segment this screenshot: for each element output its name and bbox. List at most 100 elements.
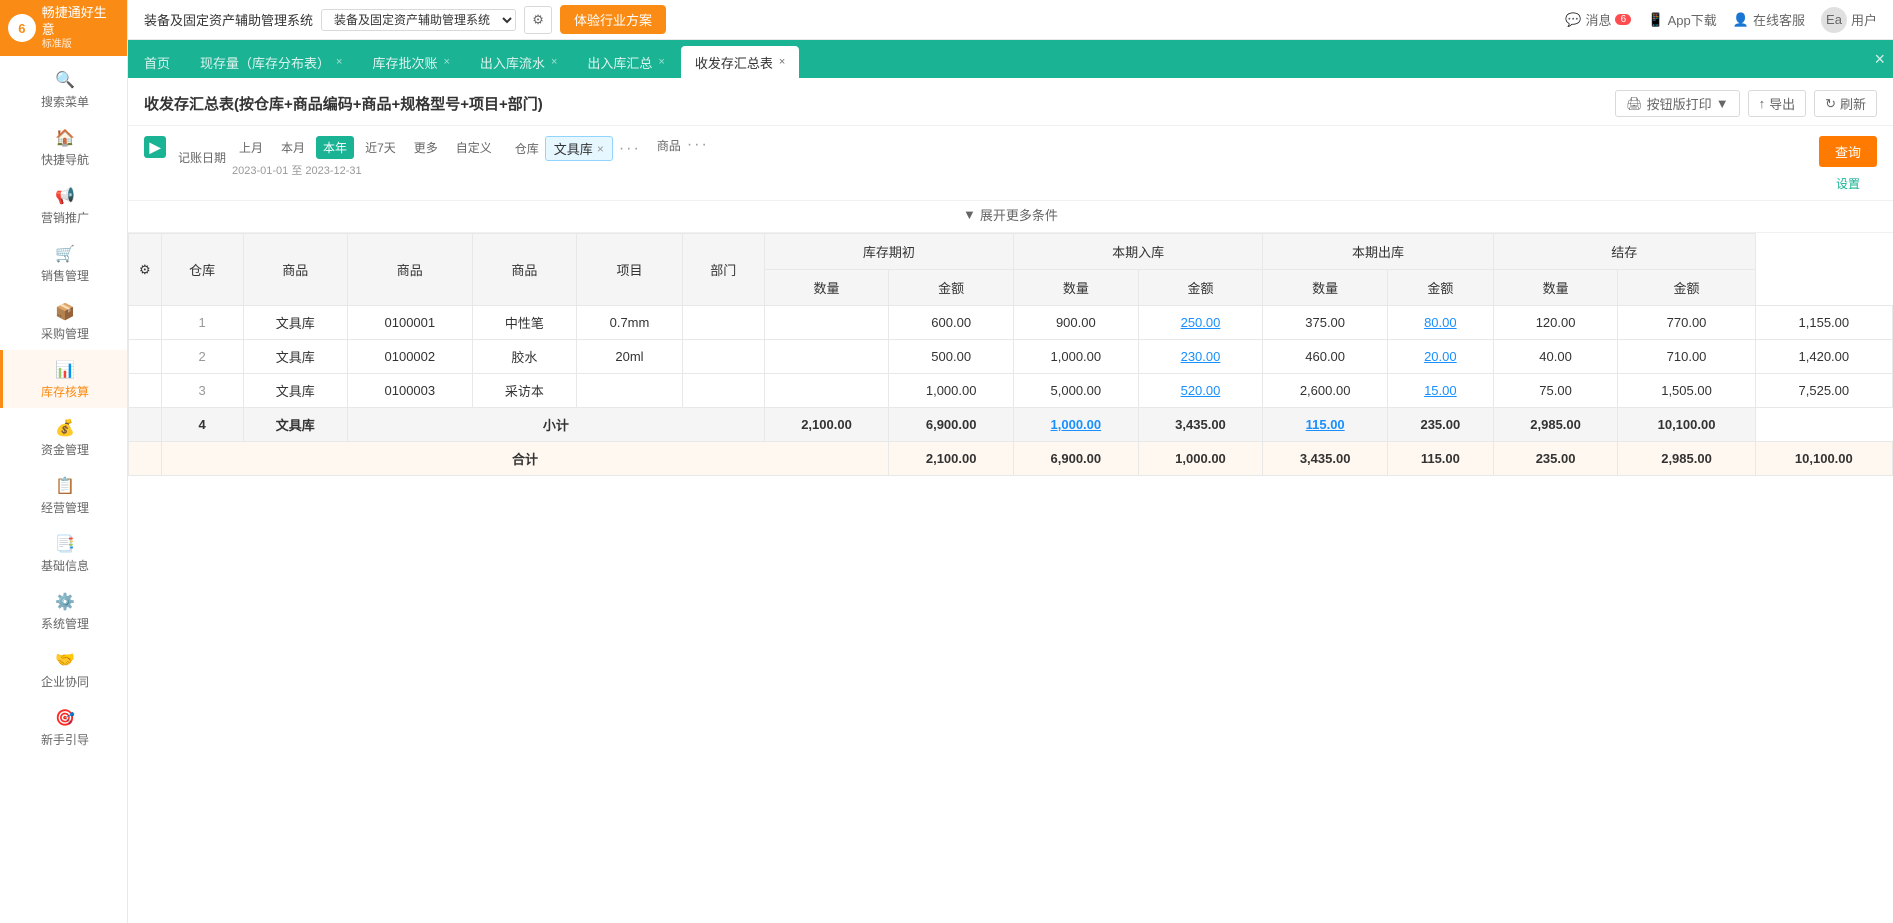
th-in-qty: 数量 — [1014, 270, 1139, 306]
date-btn-last-month[interactable]: 上月 — [232, 136, 270, 159]
row2-out-qty[interactable]: 20.00 — [1387, 340, 1493, 374]
th-out-qty: 数量 — [1263, 270, 1388, 306]
total-opening-qty: 2,100.00 — [889, 442, 1014, 476]
tab-batch[interactable]: 库存批次账 × — [358, 46, 463, 78]
print-button[interactable]: 🖨 按钮版打印 ▼ — [1615, 90, 1739, 117]
tab-close-stock-dist[interactable]: × — [336, 56, 342, 68]
tab-close-batch[interactable]: × — [443, 56, 449, 68]
date-btn-this-year[interactable]: 本年 — [316, 136, 354, 159]
user-menu[interactable]: Ea 用户 — [1821, 7, 1877, 33]
sidebar-item-search[interactable]: 🔍 搜索菜单 — [0, 60, 127, 118]
refresh-icon: ↻ — [1825, 96, 1836, 112]
expand-icon: ▼ — [963, 207, 976, 222]
subtotal-num: 4 — [161, 408, 243, 442]
row2-in-qty[interactable]: 230.00 — [1138, 340, 1263, 374]
row1-in-qty[interactable]: 250.00 — [1138, 306, 1263, 340]
sidebar: 6 畅捷通好生意 标准版 🔍 搜索菜单 🏠 快捷导航 📢 营销推广 🛒 销售管理… — [0, 0, 128, 923]
date-btn-more[interactable]: 更多 — [407, 136, 445, 159]
subtotal-balance-qty: 2,985.00 — [1493, 408, 1618, 442]
warehouse-dots[interactable]: ··· — [619, 140, 641, 158]
tab-inout-summary[interactable]: 出入库汇总 × — [573, 46, 678, 78]
subtotal-in-qty[interactable]: 1,000.00 — [1014, 408, 1139, 442]
tab-inout-flow[interactable]: 出入库流水 × — [466, 46, 571, 78]
row3-out-qty[interactable]: 15.00 — [1387, 374, 1493, 408]
th-department: 部门 — [682, 234, 764, 306]
tab-close-inout-flow[interactable]: × — [551, 56, 557, 68]
sidebar-item-basicinfo[interactable]: 📑 基础信息 — [0, 524, 127, 582]
subtotal-out-qty[interactable]: 115.00 — [1263, 408, 1388, 442]
warehouse-tag-close[interactable]: × — [597, 142, 604, 156]
goods-filter-label: 商品 — [657, 137, 681, 154]
sidebar-item-finance[interactable]: 💰 资金管理 — [0, 408, 127, 466]
subtotal-warehouse: 文具库 — [243, 408, 347, 442]
page-header-actions: 🖨 按钮版打印 ▼ ↑ 导出 ↻ 刷新 — [1615, 90, 1877, 117]
sidebar-item-operations[interactable]: 📋 经营管理 — [0, 466, 127, 524]
query-button[interactable]: 查询 — [1819, 136, 1877, 167]
row3-department — [764, 374, 889, 408]
date-btn-this-month[interactable]: 本月 — [274, 136, 312, 159]
row1-out-qty[interactable]: 80.00 — [1387, 306, 1493, 340]
th-goods-spec: 商品 — [472, 234, 576, 306]
warehouse-tag: 文具库 × — [545, 136, 613, 161]
th-out: 本期出库 — [1263, 234, 1493, 270]
date-btn-custom[interactable]: 自定义 — [449, 136, 499, 159]
tab-close-inout-summary[interactable]: × — [658, 56, 664, 68]
refresh-button[interactable]: ↻ 刷新 — [1814, 90, 1877, 117]
tab-home[interactable]: 首页 — [130, 46, 184, 78]
row2-department — [764, 340, 889, 374]
th-opening-amt: 金额 — [889, 270, 1014, 306]
sidebar-item-guide[interactable]: 🎯 新手引导 — [0, 698, 127, 756]
sidebar-item-quicknav[interactable]: 🏠 快捷导航 — [0, 118, 127, 176]
message-button[interactable]: 💬 消息 6 — [1565, 10, 1631, 29]
sidebar-item-marketing[interactable]: 📢 营销推广 — [0, 176, 127, 234]
guide-icon: 🎯 — [55, 708, 75, 728]
row2-goods-spec: 20ml — [577, 340, 683, 374]
total-out-qty: 115.00 — [1387, 442, 1493, 476]
row2-goods-name: 胶水 — [472, 340, 576, 374]
trial-button[interactable]: 体验行业方案 — [560, 5, 666, 34]
row3-opening-qty: 1,000.00 — [889, 374, 1014, 408]
total-label: 合计 — [161, 442, 889, 476]
app-download-button[interactable]: 📱 App下载 — [1647, 10, 1716, 29]
row3-out-amt: 75.00 — [1493, 374, 1618, 408]
subtotal-in-amt: 3,435.00 — [1138, 408, 1263, 442]
tab-stock-dist[interactable]: 现存量（库存分布表） × — [186, 46, 356, 78]
goods-dots[interactable]: ··· — [687, 136, 709, 154]
sidebar-item-purchase[interactable]: 📦 采购管理 — [0, 292, 127, 350]
basicinfo-icon: 📑 — [55, 534, 75, 554]
topbar-right: 💬 消息 6 📱 App下载 👤 在线客服 Ea 用户 — [1565, 7, 1877, 33]
sidebar-item-sales[interactable]: 🛒 销售管理 — [0, 234, 127, 292]
total-opening-amt: 6,900.00 — [1014, 442, 1139, 476]
date-filter-label: 记账日期 — [178, 149, 226, 166]
expand-conditions-button[interactable]: ▼ 展开更多条件 — [963, 205, 1058, 224]
system-select[interactable]: 装备及固定资产辅助管理系统 — [321, 9, 516, 31]
gear-button[interactable]: ⚙ — [524, 6, 552, 34]
tab-receipt-summary[interactable]: 收发存汇总表 × — [681, 46, 799, 78]
expand-row: ▼ 展开更多条件 — [128, 201, 1893, 233]
settings-link[interactable]: 设置 — [1836, 175, 1860, 192]
sidebar-item-system[interactable]: ⚙️ 系统管理 — [0, 582, 127, 640]
collab-icon: 🤝 — [55, 650, 75, 670]
row2-project — [682, 340, 764, 374]
sidebar-nav: 🔍 搜索菜单 🏠 快捷导航 📢 营销推广 🛒 销售管理 📦 采购管理 📊 库存核… — [0, 56, 127, 923]
table-gear-icon[interactable]: ⚙ — [139, 262, 151, 277]
export-button[interactable]: ↑ 导出 — [1748, 90, 1807, 117]
filter-toggle[interactable]: ▶ — [144, 136, 166, 158]
subtotal-row: 4 文具库 小计 2,100.00 6,900.00 1,000.00 3,43… — [129, 408, 1893, 442]
page-content: 收发存汇总表(按仓库+商品编码+商品+规格型号+项目+部门) 🖨 按钮版打印 ▼… — [128, 78, 1893, 923]
row3-in-qty[interactable]: 520.00 — [1138, 374, 1263, 408]
sidebar-item-collab[interactable]: 🤝 企业协同 — [0, 640, 127, 698]
warehouse-filter-group: 仓库 文具库 × ··· — [515, 136, 641, 161]
sidebar-item-inventory[interactable]: 📊 库存核算 — [0, 350, 127, 408]
date-btn-7days[interactable]: 近7天 — [358, 136, 403, 159]
date-filter-group: 记账日期 上月 本月 本年 近7天 更多 自定义 2023-01-01 至 20… — [178, 136, 499, 178]
query-panel: 查询 设置 — [1819, 136, 1877, 192]
tab-close-receipt-summary[interactable]: × — [779, 56, 785, 68]
tabbar-close-button[interactable]: × — [1874, 49, 1885, 70]
online-service-button[interactable]: 👤 在线客服 — [1733, 10, 1805, 29]
th-goods-name: 商品 — [347, 234, 472, 306]
row3-goods-code: 0100003 — [347, 374, 472, 408]
row2-balance-amt: 1,420.00 — [1755, 340, 1892, 374]
row3-balance-qty: 1,505.00 — [1618, 374, 1755, 408]
th-goods-code: 商品 — [243, 234, 347, 306]
